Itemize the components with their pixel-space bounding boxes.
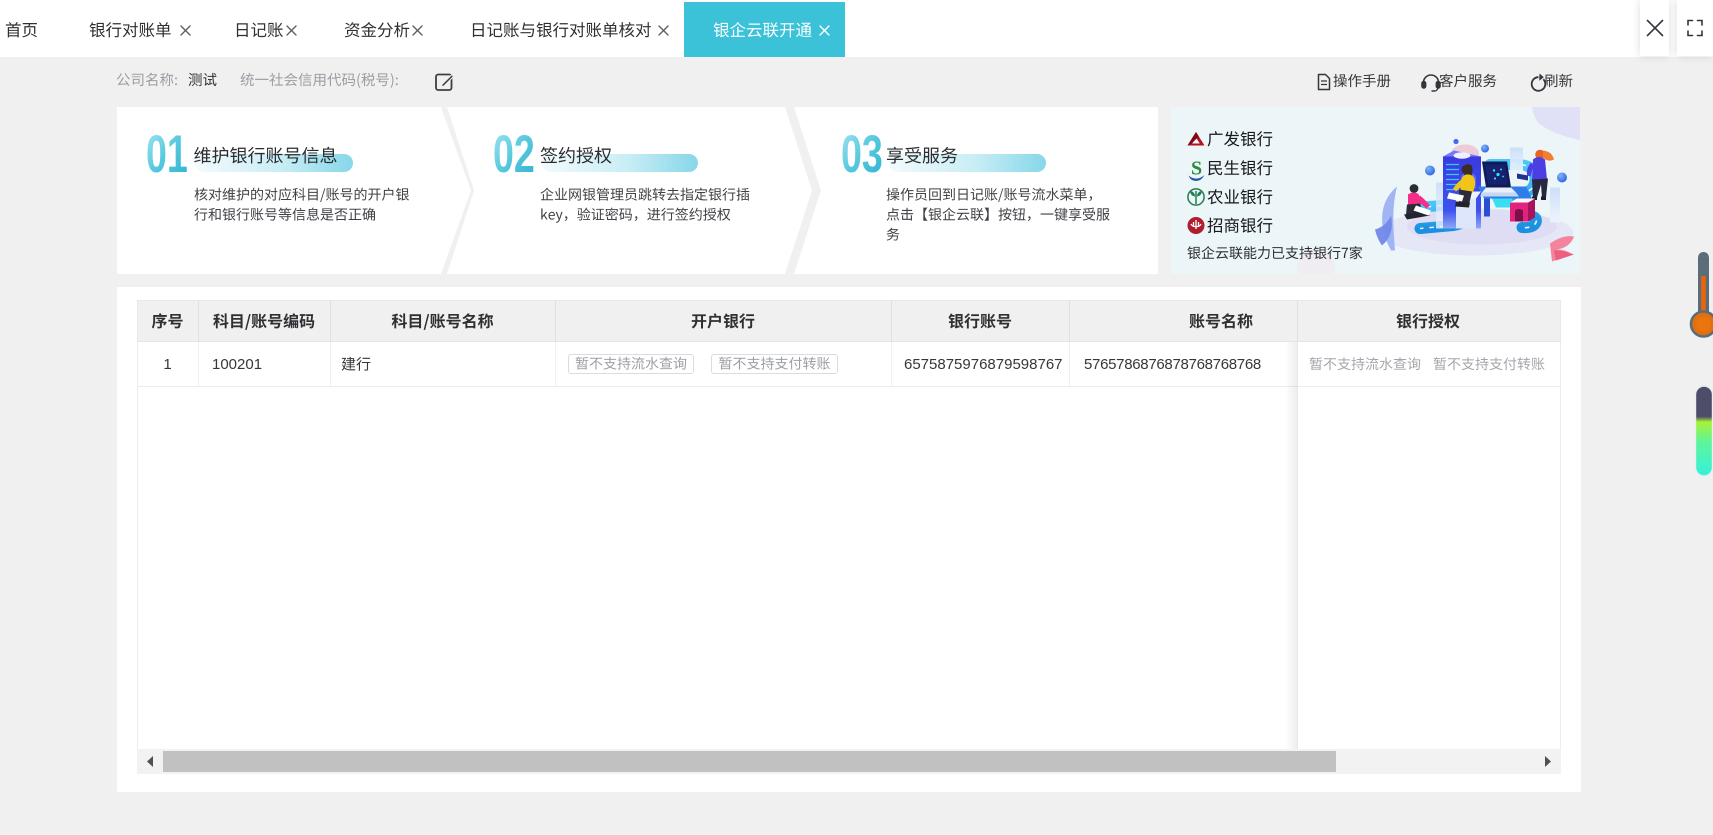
svg-text:S: S xyxy=(1191,158,1202,180)
